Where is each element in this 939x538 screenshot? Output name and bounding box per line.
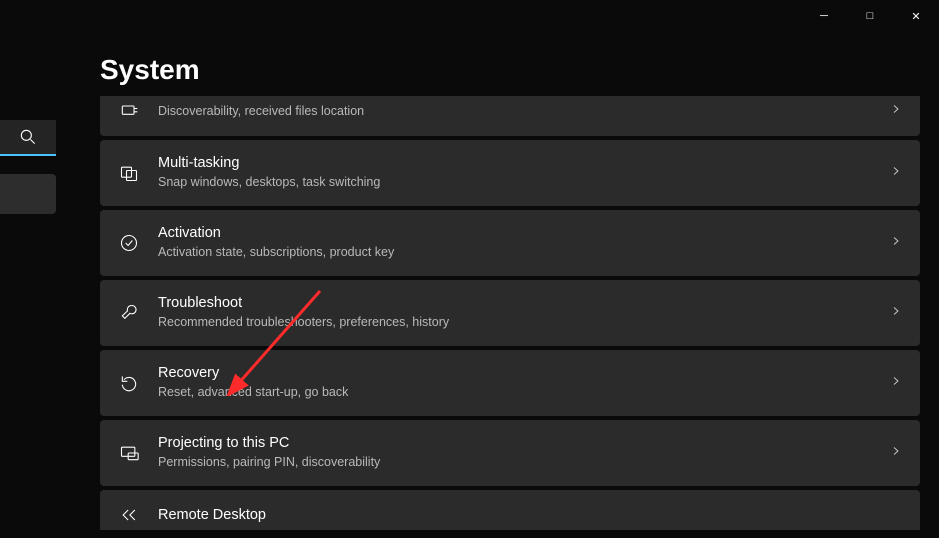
settings-item-text: Multi-tasking Snap windows, desktops, ta…	[158, 154, 890, 191]
settings-item-recovery[interactable]: Recovery Reset, advanced start-up, go ba…	[100, 350, 920, 416]
chevron-right-icon	[890, 164, 902, 182]
close-button[interactable]: ✕	[893, 0, 939, 32]
activation-icon	[118, 232, 140, 254]
settings-item-text: Activation Activation state, subscriptio…	[158, 224, 890, 261]
sidebar	[0, 120, 60, 214]
search-input[interactable]	[0, 120, 56, 156]
close-icon: ✕	[911, 10, 920, 23]
settings-item-title: Projecting to this PC	[158, 434, 890, 453]
share-icon	[118, 100, 140, 122]
settings-item-activation[interactable]: Activation Activation state, subscriptio…	[100, 210, 920, 276]
titlebar: ─ □ ✕	[0, 0, 939, 32]
chevron-right-icon	[890, 444, 902, 462]
settings-item-troubleshoot[interactable]: Troubleshoot Recommended troubleshooters…	[100, 280, 920, 346]
settings-item-title: Troubleshoot	[158, 294, 890, 313]
troubleshoot-icon	[118, 302, 140, 324]
settings-item-sub: Permissions, pairing PIN, discoverabilit…	[158, 454, 890, 472]
settings-item-nearby-sharing[interactable]: Discoverability, received files location	[100, 96, 920, 136]
settings-item-title: Activation	[158, 224, 890, 243]
maximize-icon: □	[867, 10, 874, 22]
recovery-icon	[118, 372, 140, 394]
settings-item-text: Discoverability, received files location	[158, 102, 890, 121]
page-title: System	[100, 54, 200, 86]
settings-item-title: Remote Desktop	[158, 506, 902, 525]
settings-item-sub: Reset, advanced start-up, go back	[158, 384, 890, 402]
maximize-button[interactable]: □	[847, 0, 893, 32]
settings-item-sub: Recommended troubleshooters, preferences…	[158, 314, 890, 332]
multitask-icon	[118, 162, 140, 184]
settings-item-sub: Activation state, subscriptions, product…	[158, 244, 890, 262]
settings-item-remote-desktop[interactable]: Remote Desktop	[100, 490, 920, 530]
settings-list: Discoverability, received files location…	[100, 96, 920, 534]
chevron-right-icon	[890, 374, 902, 392]
search-icon	[17, 126, 39, 148]
minimize-button[interactable]: ─	[801, 0, 847, 32]
settings-item-title: Multi-tasking	[158, 154, 890, 173]
projecting-icon	[118, 442, 140, 464]
sidebar-item-selected[interactable]	[0, 174, 56, 214]
settings-item-multitasking[interactable]: Multi-tasking Snap windows, desktops, ta…	[100, 140, 920, 206]
settings-item-text: Projecting to this PC Permissions, pairi…	[158, 434, 890, 471]
minimize-icon: ─	[820, 10, 828, 22]
chevron-right-icon	[890, 102, 902, 120]
settings-item-text: Troubleshoot Recommended troubleshooters…	[158, 294, 890, 331]
remote-icon	[118, 504, 140, 526]
settings-item-sub: Discoverability, received files location	[158, 103, 890, 121]
settings-item-text: Remote Desktop	[158, 506, 902, 525]
settings-item-text: Recovery Reset, advanced start-up, go ba…	[158, 364, 890, 401]
settings-item-sub: Snap windows, desktops, task switching	[158, 174, 890, 192]
chevron-right-icon	[890, 234, 902, 252]
settings-item-title: Recovery	[158, 364, 890, 383]
settings-item-projecting[interactable]: Projecting to this PC Permissions, pairi…	[100, 420, 920, 486]
chevron-right-icon	[890, 304, 902, 322]
